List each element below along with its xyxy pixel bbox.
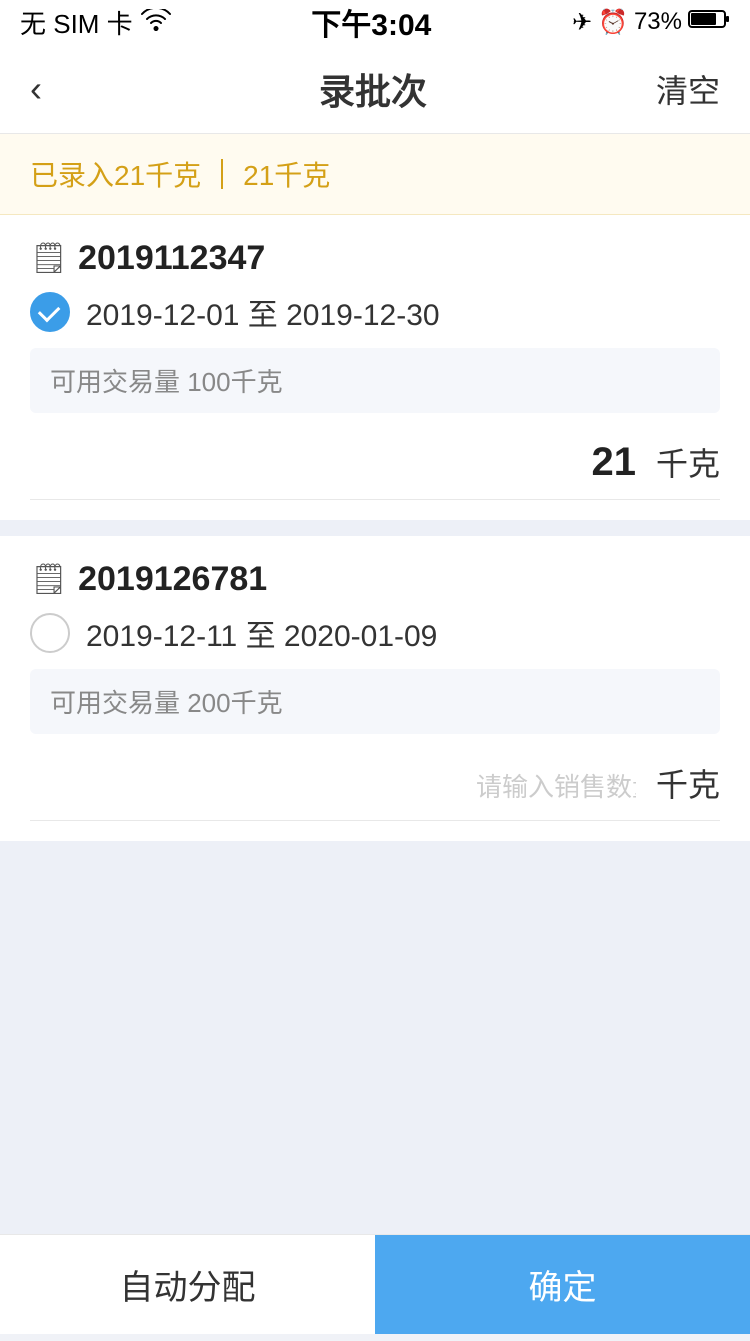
available-label-1: 可用交易量 100千克 <box>50 367 283 397</box>
auto-distribute-button[interactable]: 自动分配 <box>0 1235 375 1334</box>
batch-date-row-2: 2019-12-11 至 2020-01-09 <box>30 611 720 655</box>
battery-percent: 73% <box>634 8 682 36</box>
clear-button[interactable]: 清空 <box>656 66 720 112</box>
available-label-2: 可用交易量 200千克 <box>50 688 283 718</box>
radio-select-2[interactable] <box>30 613 70 653</box>
battery-icon <box>688 8 730 37</box>
main-content: 🗒 2019112347 2019-12-01 至 2019-12-30 可用交… <box>0 215 750 1341</box>
batch-date-row-1: 2019-12-01 至 2019-12-30 <box>30 290 720 334</box>
available-box-1: 可用交易量 100千克 <box>30 348 720 413</box>
info-divider <box>221 159 223 189</box>
batch-id-1: 2019112347 <box>78 239 265 278</box>
batch-doc-icon-1: 🗒 <box>30 241 68 276</box>
batch-doc-icon-2: 🗒 <box>30 562 68 597</box>
status-bar: 无 SIM 卡 下午3:04 ✈ ⏰ 73% <box>0 0 750 44</box>
status-time: 下午3:04 <box>311 0 431 44</box>
footer: 自动分配 确定 <box>0 1234 750 1334</box>
item-divider <box>0 520 750 536</box>
confirm-button[interactable]: 确定 <box>375 1235 750 1334</box>
amount-value: 21千克 <box>243 154 330 194</box>
status-right: ✈ ⏰ 73% <box>572 8 730 37</box>
quantity-unit-1: 千克 <box>656 439 720 485</box>
available-box-2: 可用交易量 200千克 <box>30 669 720 734</box>
nav-bar: ‹ 录批次 清空 <box>0 44 750 134</box>
alarm-icon: ⏰ <box>598 8 628 37</box>
radio-select-1[interactable] <box>30 292 70 332</box>
batch-date-2: 2019-12-11 至 2020-01-09 <box>86 611 437 655</box>
sim-label: 无 SIM 卡 <box>20 4 133 41</box>
wifi-icon <box>141 7 171 38</box>
bottom-spacer <box>0 841 750 1241</box>
page-title: 录批次 <box>319 63 427 115</box>
batch-id-2: 2019126781 <box>78 560 267 599</box>
batch-date-1: 2019-12-01 至 2019-12-30 <box>86 290 440 334</box>
batch-header-2: 🗒 2019126781 <box>30 560 720 599</box>
location-icon: ✈ <box>572 8 592 37</box>
quantity-row-2: 千克 <box>30 750 720 821</box>
quantity-row-1: 千克 <box>30 429 720 500</box>
quantity-input-1[interactable] <box>476 440 636 485</box>
status-left: 无 SIM 卡 <box>20 4 171 41</box>
batch-header-1: 🗒 2019112347 <box>30 239 720 278</box>
quantity-unit-2: 千克 <box>656 760 720 806</box>
back-button[interactable]: ‹ <box>30 68 90 110</box>
info-banner: 已录入21千克 21千克 <box>0 134 750 215</box>
batch-item-1: 🗒 2019112347 2019-12-01 至 2019-12-30 可用交… <box>0 215 750 520</box>
recorded-amount: 已录入21千克 <box>30 154 201 194</box>
batch-item-2: 🗒 2019126781 2019-12-11 至 2020-01-09 可用交… <box>0 536 750 841</box>
quantity-input-2[interactable] <box>476 761 636 806</box>
